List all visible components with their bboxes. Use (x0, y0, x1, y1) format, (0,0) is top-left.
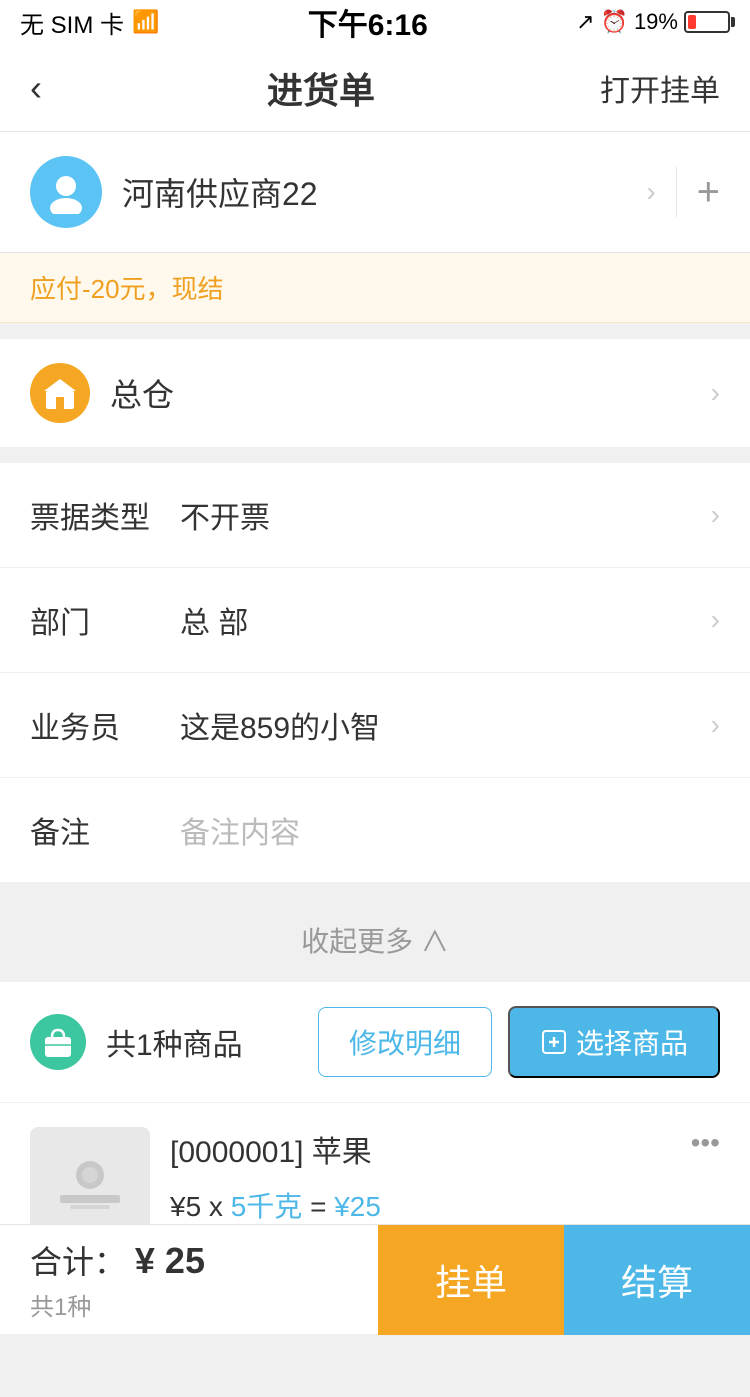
chevron-right-icon: › (711, 377, 720, 409)
location-icon: ↗ (576, 9, 594, 35)
product-count-label: 共1种商品 (106, 1020, 318, 1064)
select-product-button[interactable]: 选择商品 (508, 1006, 720, 1078)
invoice-type-label: 票据类型 (30, 493, 170, 537)
status-left: 无 SIM 卡 📶 (20, 5, 159, 40)
total-amount: ¥ 25 (135, 1240, 205, 1281)
total-sub: 共1种 (30, 1287, 348, 1322)
product-count-icon (30, 1014, 86, 1070)
divider (676, 167, 677, 217)
warehouse-name: 总仓 (110, 370, 711, 416)
hang-order-button[interactable]: 挂单 (378, 1225, 564, 1335)
unit-price: ¥5 x (170, 1191, 231, 1222)
alarm-icon: ⏰ (601, 9, 628, 35)
select-product-label: 选择商品 (576, 1022, 688, 1062)
wifi-icon: 📶 (132, 9, 159, 35)
total-label: 合计： (30, 1244, 126, 1280)
notice-text: 应付-20元，现结 (30, 274, 224, 304)
collapse-text: 收起更多 ∧ (301, 926, 449, 957)
product-price-row: ¥5 x 5千克 = ¥25 (170, 1185, 681, 1225)
department-label: 部门 (30, 598, 170, 642)
supplier-name: 河南供应商22 (122, 169, 646, 215)
checkout-button[interactable]: 结算 (564, 1225, 750, 1335)
bottom-bar: 合计： ¥ 25 共1种 挂单 结算 (0, 1224, 750, 1334)
product-default-icon (50, 1147, 130, 1227)
collapse-button[interactable]: 收起更多 ∧ (0, 898, 750, 982)
invoice-type-value: 不开票 (170, 493, 711, 537)
total-area: 合计： ¥ 25 共1种 (0, 1237, 378, 1322)
carrier-text: 无 SIM 卡 (20, 5, 124, 40)
chevron-right-icon: › (646, 176, 655, 208)
status-right: ↗ ⏰ 19% (576, 9, 730, 35)
supplier-section: 河南供应商22 › + 应付-20元，现结 (0, 132, 750, 323)
chevron-right-icon: › (711, 499, 720, 531)
salesperson-value: 这是859的小智 (170, 703, 711, 747)
warehouse-row[interactable]: 总仓 › (0, 339, 750, 447)
equals: = (310, 1191, 334, 1222)
edit-detail-button[interactable]: 修改明细 (318, 1007, 492, 1077)
select-product-icon (540, 1028, 568, 1056)
notice-bar: 应付-20元，现结 (0, 253, 750, 323)
product-title: 苹果 (312, 1136, 372, 1169)
product-info: [0000001] 苹果 ¥5 x 5千克 = ¥25 (170, 1127, 681, 1225)
salesperson-row[interactable]: 业务员 这是859的小智 › (0, 672, 750, 777)
battery-percentage: 19% (634, 9, 678, 35)
back-button[interactable]: ‹ (30, 67, 42, 109)
product-header: 共1种商品 修改明细 选择商品 (0, 982, 750, 1103)
product-more-button[interactable]: ••• (691, 1127, 720, 1159)
invoice-type-row[interactable]: 票据类型 不开票 › (0, 463, 750, 567)
remark-row[interactable]: 备注 备注内容 (0, 777, 750, 882)
open-pending-orders-button[interactable]: 打开挂单 (600, 66, 720, 110)
remark-label: 备注 (30, 808, 170, 852)
add-button[interactable]: + (697, 170, 720, 215)
content-area: 河南供应商22 › + 应付-20元，现结 总仓 › 票据类型 不开票 (0, 132, 750, 1397)
status-time: 下午6:16 (308, 0, 428, 44)
status-bar: 无 SIM 卡 📶 下午6:16 ↗ ⏰ 19% (0, 0, 750, 44)
user-icon (44, 170, 88, 214)
page-title: 进货单 (267, 62, 375, 114)
salesperson-label: 业务员 (30, 703, 170, 747)
product-name: [0000001] 苹果 (170, 1127, 681, 1171)
chevron-right-icon: › (711, 604, 720, 636)
warehouse-icon (30, 363, 90, 423)
supplier-avatar (30, 156, 102, 228)
department-row[interactable]: 部门 总 部 › (0, 567, 750, 672)
product-code: [0000001] (170, 1136, 312, 1169)
remark-input[interactable]: 备注内容 (170, 808, 720, 852)
total-main: 合计： ¥ 25 (30, 1237, 348, 1283)
subtotal: ¥25 (334, 1191, 381, 1222)
nav-bar: ‹ 进货单 打开挂单 (0, 44, 750, 132)
supplier-row[interactable]: 河南供应商22 › + (0, 132, 750, 253)
shopping-bag-icon (41, 1025, 75, 1059)
chevron-right-icon: › (711, 709, 720, 741)
warehouse-section[interactable]: 总仓 › (0, 339, 750, 447)
form-section: 票据类型 不开票 › 部门 总 部 › 业务员 这是859的小智 › 备注 备注… (0, 463, 750, 882)
warehouse-svg (42, 375, 78, 411)
battery-icon (684, 11, 730, 33)
department-value: 总 部 (170, 598, 711, 642)
quantity: 5千克 (231, 1191, 303, 1222)
